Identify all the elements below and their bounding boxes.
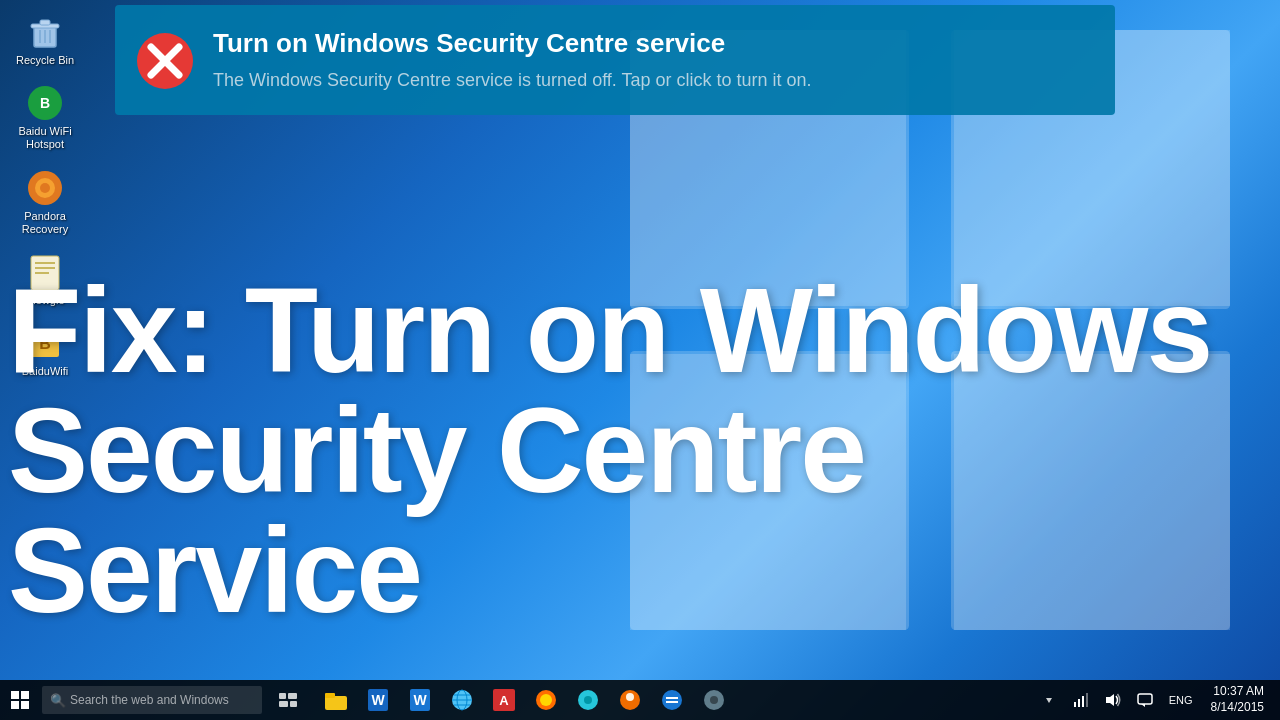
globe-taskbar-icon[interactable] bbox=[442, 680, 482, 720]
file-explorer-taskbar-icon[interactable] bbox=[316, 680, 356, 720]
settings-taskbar-icon[interactable] bbox=[694, 680, 734, 720]
tray-chevron-icon[interactable] bbox=[1035, 680, 1063, 720]
pandora-label: Pandora Recovery bbox=[13, 210, 77, 236]
baidu-wifi-image: B bbox=[27, 85, 63, 121]
taskbar: 🔍 bbox=[0, 680, 1280, 720]
svg-rect-34 bbox=[279, 701, 288, 707]
task-view-button[interactable] bbox=[268, 680, 308, 720]
notification-content: Turn on Windows Security Centre service … bbox=[213, 27, 1085, 93]
desktop: Recycle Bin B Baidu WiFi Hotspot Pandora… bbox=[0, 0, 1280, 720]
overlay-line1: Fix: Turn on Windows bbox=[8, 270, 1280, 390]
svg-rect-29 bbox=[21, 691, 29, 699]
start-button[interactable] bbox=[0, 680, 40, 720]
svg-point-60 bbox=[710, 696, 718, 704]
network-taskbar-icon[interactable] bbox=[568, 680, 608, 720]
orange-taskbar-icon[interactable] bbox=[610, 680, 650, 720]
task-view-icon bbox=[279, 693, 297, 707]
system-tray: ENG 10:37 AM 8/14/2015 bbox=[1035, 680, 1280, 720]
svg-rect-35 bbox=[290, 701, 297, 707]
taskbar-clock[interactable]: 10:37 AM 8/14/2015 bbox=[1203, 680, 1272, 720]
svg-rect-63 bbox=[1078, 699, 1080, 707]
baidu-wifi-icon[interactable]: B Baidu WiFi Hotspot bbox=[9, 81, 81, 155]
search-wrapper: 🔍 bbox=[42, 686, 262, 714]
recycle-bin-image bbox=[27, 14, 63, 50]
svg-point-51 bbox=[540, 694, 552, 706]
pandora-recovery-icon[interactable]: Pandora Recovery bbox=[9, 166, 81, 240]
clock-date: 8/14/2015 bbox=[1211, 700, 1264, 716]
svg-rect-57 bbox=[666, 697, 678, 699]
language-label: ENG bbox=[1169, 694, 1193, 706]
svg-point-55 bbox=[626, 693, 634, 701]
pandora-image bbox=[27, 170, 63, 206]
svg-marker-66 bbox=[1106, 694, 1114, 706]
svg-rect-58 bbox=[666, 701, 678, 703]
tray-language-icon[interactable]: ENG bbox=[1163, 680, 1199, 720]
svg-marker-61 bbox=[1046, 698, 1052, 703]
svg-rect-31 bbox=[21, 701, 29, 709]
svg-point-18 bbox=[40, 183, 50, 193]
clock-time: 10:37 AM bbox=[1213, 684, 1264, 700]
taskbar-middle: W W bbox=[308, 680, 1035, 720]
svg-text:B: B bbox=[40, 95, 50, 111]
svg-rect-28 bbox=[11, 691, 19, 699]
tray-network-icon[interactable] bbox=[1067, 680, 1095, 720]
svg-rect-30 bbox=[11, 701, 19, 709]
svg-text:W: W bbox=[413, 692, 427, 708]
svg-rect-64 bbox=[1082, 696, 1084, 707]
svg-rect-10 bbox=[40, 20, 50, 25]
overlay-text-area: Fix: Turn on Windows Security Centre Ser… bbox=[0, 270, 1280, 630]
acrobat-taskbar-icon[interactable]: A bbox=[484, 680, 524, 720]
windows-start-icon bbox=[11, 691, 29, 709]
search-icon: 🔍 bbox=[50, 693, 66, 708]
recycle-bin-label: Recycle Bin bbox=[16, 54, 74, 67]
svg-text:W: W bbox=[371, 692, 385, 708]
notification-error-icon bbox=[135, 31, 195, 91]
svg-rect-38 bbox=[325, 693, 335, 698]
notification-popup[interactable]: Turn on Windows Security Centre service … bbox=[115, 5, 1115, 115]
svg-text:A: A bbox=[499, 693, 509, 708]
search-input[interactable] bbox=[42, 686, 262, 714]
recycle-bin-icon[interactable]: Recycle Bin bbox=[9, 10, 81, 71]
svg-rect-33 bbox=[288, 693, 297, 699]
word-taskbar-icon[interactable]: W bbox=[358, 680, 398, 720]
baidu-wifi-label: Baidu WiFi Hotspot bbox=[13, 125, 77, 151]
svg-point-53 bbox=[584, 696, 592, 704]
svg-rect-32 bbox=[279, 693, 286, 699]
notification-title: Turn on Windows Security Centre service bbox=[213, 27, 1085, 60]
taskbar-app-icons: W W bbox=[316, 680, 734, 720]
tray-message-icon[interactable] bbox=[1131, 680, 1159, 720]
tray-volume-icon[interactable] bbox=[1099, 680, 1127, 720]
word2-taskbar-icon[interactable]: W bbox=[400, 680, 440, 720]
firefox-taskbar-icon[interactable] bbox=[526, 680, 566, 720]
overlay-line2: Security Centre Service bbox=[8, 390, 1280, 630]
svg-rect-62 bbox=[1074, 702, 1076, 707]
svg-rect-65 bbox=[1086, 693, 1088, 707]
svg-point-56 bbox=[662, 690, 682, 710]
blue-net-taskbar-icon[interactable] bbox=[652, 680, 692, 720]
notification-body: The Windows Security Centre service is t… bbox=[213, 68, 1085, 93]
svg-rect-67 bbox=[1138, 694, 1152, 704]
